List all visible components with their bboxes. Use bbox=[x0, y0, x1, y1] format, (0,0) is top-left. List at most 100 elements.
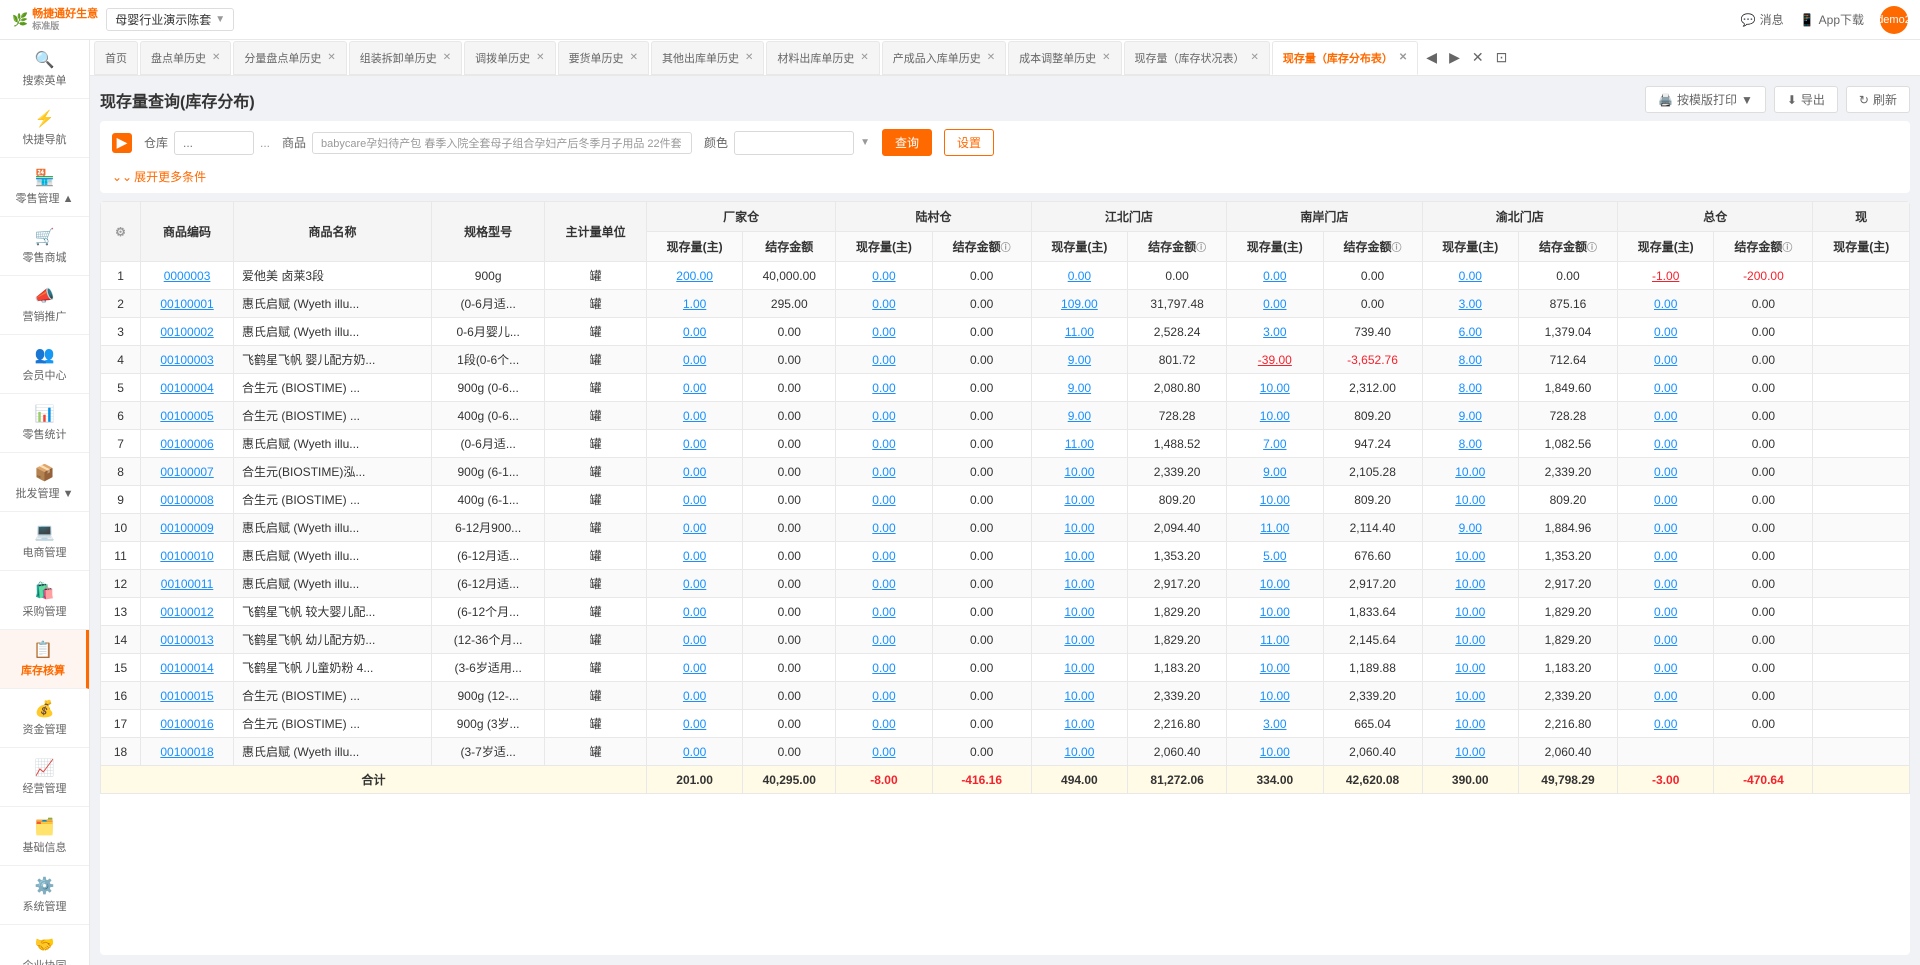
tab-assemble-history[interactable]: 组装拆卸单历史✕ bbox=[349, 41, 462, 75]
tab-home[interactable]: 首页 bbox=[94, 41, 138, 75]
sidebar-item-retail-mgmt[interactable]: 🏪 零售管理 ▲ bbox=[0, 158, 89, 217]
cell-jb-amt: 0.00 bbox=[1128, 262, 1227, 290]
tab-cost-adjust[interactable]: 成本调整单历史 ✕ bbox=[1008, 41, 1121, 75]
cell-l-amt: 0.00 bbox=[932, 514, 1031, 542]
cell-l-qty: 0.00 bbox=[836, 346, 932, 374]
filter-area: ▶ 仓库 ... 商品 颜色 ▼ bbox=[100, 121, 1910, 193]
tab-cost-adjust-label: 成本调整单历史 bbox=[1019, 50, 1096, 66]
cell-total-amt: 0.00 bbox=[1714, 318, 1813, 346]
cell-cur bbox=[1813, 458, 1910, 486]
content-area: 首页 盘点单历史✕ 分量盘点单历史✕ 组装拆卸单历史✕ 调拨单历史✕ 要货单历史… bbox=[90, 40, 1920, 965]
warehouse-label: 仓库 bbox=[144, 134, 168, 151]
message-label: 消息 bbox=[1760, 11, 1784, 28]
tab-product-in[interactable]: 产成品入库单历史✕ bbox=[882, 41, 1006, 75]
cell-f-amt: 0.00 bbox=[743, 514, 836, 542]
cell-f-amt: 0.00 bbox=[743, 430, 836, 458]
cell-na-qty: 3.00 bbox=[1227, 710, 1323, 738]
nav-dropdown[interactable]: 母婴行业演示陈套 ▼ bbox=[106, 8, 234, 31]
cell-f-qty: 0.00 bbox=[646, 514, 742, 542]
sidebar-label-search: 搜索英单 bbox=[23, 75, 67, 87]
cell-yb-qty: 10.00 bbox=[1422, 682, 1518, 710]
sidebar-item-system[interactable]: ⚙️ 系统管理 bbox=[0, 866, 89, 925]
product-input[interactable] bbox=[312, 132, 692, 154]
sidebar-item-shortcut[interactable]: ⚡ 快捷导航 bbox=[0, 99, 89, 158]
settings-gear-icon[interactable]: ⚙ bbox=[115, 225, 126, 239]
sidebar-item-retail-stats[interactable]: 📊 零售统计 bbox=[0, 394, 89, 453]
cell-na-qty: 10.00 bbox=[1227, 654, 1323, 682]
tab-other-out[interactable]: 其他出库单历史 ✕ bbox=[651, 41, 764, 75]
cell-f-amt: 0.00 bbox=[743, 626, 836, 654]
cell-f-qty: 0.00 bbox=[646, 738, 742, 766]
sidebar-item-member[interactable]: 👥 会员中心 bbox=[0, 335, 89, 394]
export-button[interactable]: ⬇ 导出 bbox=[1774, 86, 1838, 113]
cell-na-qty: 0.00 bbox=[1227, 290, 1323, 318]
sidebar-item-wholesale[interactable]: 📦 批发管理 ▼ bbox=[0, 453, 89, 512]
logo-icon: 🌿 bbox=[12, 12, 28, 28]
avatar[interactable]: demo2 bbox=[1880, 6, 1908, 34]
close-icon[interactable]: ✕ bbox=[1102, 52, 1110, 63]
tab-portion-history[interactable]: 分量盘点单历史✕ bbox=[233, 41, 346, 75]
expand-more-btn[interactable]: ⌄⌄ 展开更多条件 bbox=[112, 168, 206, 185]
table-container: ⚙ 商品编码 商品名称 规格型号 主计量单位 厂家仓 陆村仓 江北门店 南岸门店… bbox=[100, 201, 1910, 955]
sidebar-item-finance[interactable]: 💰 资金管理 bbox=[0, 689, 89, 748]
app-download-action[interactable]: 📱 App下载 bbox=[1800, 11, 1864, 28]
close-icon[interactable]: ✕ bbox=[1251, 52, 1259, 63]
color-input[interactable] bbox=[734, 131, 854, 155]
close-icon[interactable]: ✕ bbox=[536, 52, 544, 63]
message-action[interactable]: 💬 消息 bbox=[1741, 11, 1784, 28]
sidebar-item-inventory[interactable]: 📋 库存核算 bbox=[0, 630, 89, 689]
th-l-qty: 现存量(主) bbox=[836, 232, 932, 262]
th-f-amt: 结存金额 bbox=[743, 232, 836, 262]
cell-total-amt: 0.00 bbox=[1714, 486, 1813, 514]
tab-order-history[interactable]: 要货单历史✕ bbox=[558, 41, 649, 75]
sidebar-item-search[interactable]: 🔍 搜索英单 bbox=[0, 40, 89, 99]
query-button[interactable]: 查询 bbox=[882, 129, 932, 156]
close-icon[interactable]: ✕ bbox=[327, 52, 335, 63]
print-icon: 🖨️ bbox=[1658, 93, 1673, 107]
cell-unit: 罐 bbox=[545, 738, 647, 766]
close-icon[interactable]: ✕ bbox=[745, 52, 753, 63]
cell-l-amt: 0.00 bbox=[932, 346, 1031, 374]
tab-transfer-history[interactable]: 调拨单历史✕ bbox=[464, 41, 555, 75]
cell-jb-qty: 10.00 bbox=[1031, 598, 1127, 626]
cell-unit: 罐 bbox=[545, 570, 647, 598]
sidebar-item-collab[interactable]: 🤝 企业协同 bbox=[0, 925, 89, 965]
close-icon[interactable]: ✕ bbox=[1399, 52, 1407, 63]
sidebar-item-base[interactable]: 🗂️ 基础信息 bbox=[0, 807, 89, 866]
tab-stock-history[interactable]: 盘点单历史✕ bbox=[140, 41, 231, 75]
print-button[interactable]: 🖨️ 按模版打印 ▼ bbox=[1645, 86, 1766, 113]
warehouse-input[interactable] bbox=[174, 131, 254, 155]
close-icon[interactable]: ✕ bbox=[443, 52, 451, 63]
sidebar-item-retail-mall[interactable]: 🛒 零售商城 bbox=[0, 217, 89, 276]
collapse-filter-btn[interactable]: ▶ bbox=[112, 133, 132, 153]
cell-no: 17 bbox=[101, 710, 141, 738]
sidebar-item-ecommerce[interactable]: 💻 电商管理 bbox=[0, 512, 89, 571]
sidebar-item-marketing[interactable]: 📣 营销推广 bbox=[0, 276, 89, 335]
tab-stock-status[interactable]: 现存量（库存状况表）✕ bbox=[1124, 41, 1270, 75]
tab-next-btn[interactable]: ▶ bbox=[1443, 47, 1466, 68]
message-icon: 💬 bbox=[1741, 13, 1756, 27]
tab-close-btn[interactable]: ✕ bbox=[1466, 47, 1490, 68]
settings-button[interactable]: 设置 bbox=[944, 129, 994, 156]
tab-stock-distribution[interactable]: 现存量（库存分布表）✕ bbox=[1272, 41, 1418, 75]
close-icon[interactable]: ✕ bbox=[987, 52, 995, 63]
tab-prev-btn[interactable]: ◀ bbox=[1420, 47, 1443, 68]
cell-l-amt: 0.00 bbox=[932, 654, 1031, 682]
sidebar-item-ops[interactable]: 📈 经营管理 bbox=[0, 748, 89, 807]
cell-l-amt: 0.00 bbox=[932, 570, 1031, 598]
tab-expand-btn[interactable]: ⊡ bbox=[1490, 47, 1514, 68]
refresh-button[interactable]: ↻ 刷新 bbox=[1846, 86, 1910, 113]
cell-yb-qty: 9.00 bbox=[1422, 514, 1518, 542]
close-icon[interactable]: ✕ bbox=[212, 52, 220, 63]
cell-unit: 罐 bbox=[545, 486, 647, 514]
cell-na-qty: 7.00 bbox=[1227, 430, 1323, 458]
sidebar-item-purchase[interactable]: 🛍️ 采购管理 bbox=[0, 571, 89, 630]
tab-material-out[interactable]: 材料出库单历史✕ bbox=[766, 41, 879, 75]
cell-cur bbox=[1813, 654, 1910, 682]
close-icon[interactable]: ✕ bbox=[630, 52, 638, 63]
cell-unit: 罐 bbox=[545, 654, 647, 682]
tab-other-out-label: 其他出库单历史 bbox=[662, 50, 739, 66]
cell-na-qty: 10.00 bbox=[1227, 374, 1323, 402]
close-icon[interactable]: ✕ bbox=[860, 52, 868, 63]
cell-na-amt: 2,312.00 bbox=[1323, 374, 1422, 402]
